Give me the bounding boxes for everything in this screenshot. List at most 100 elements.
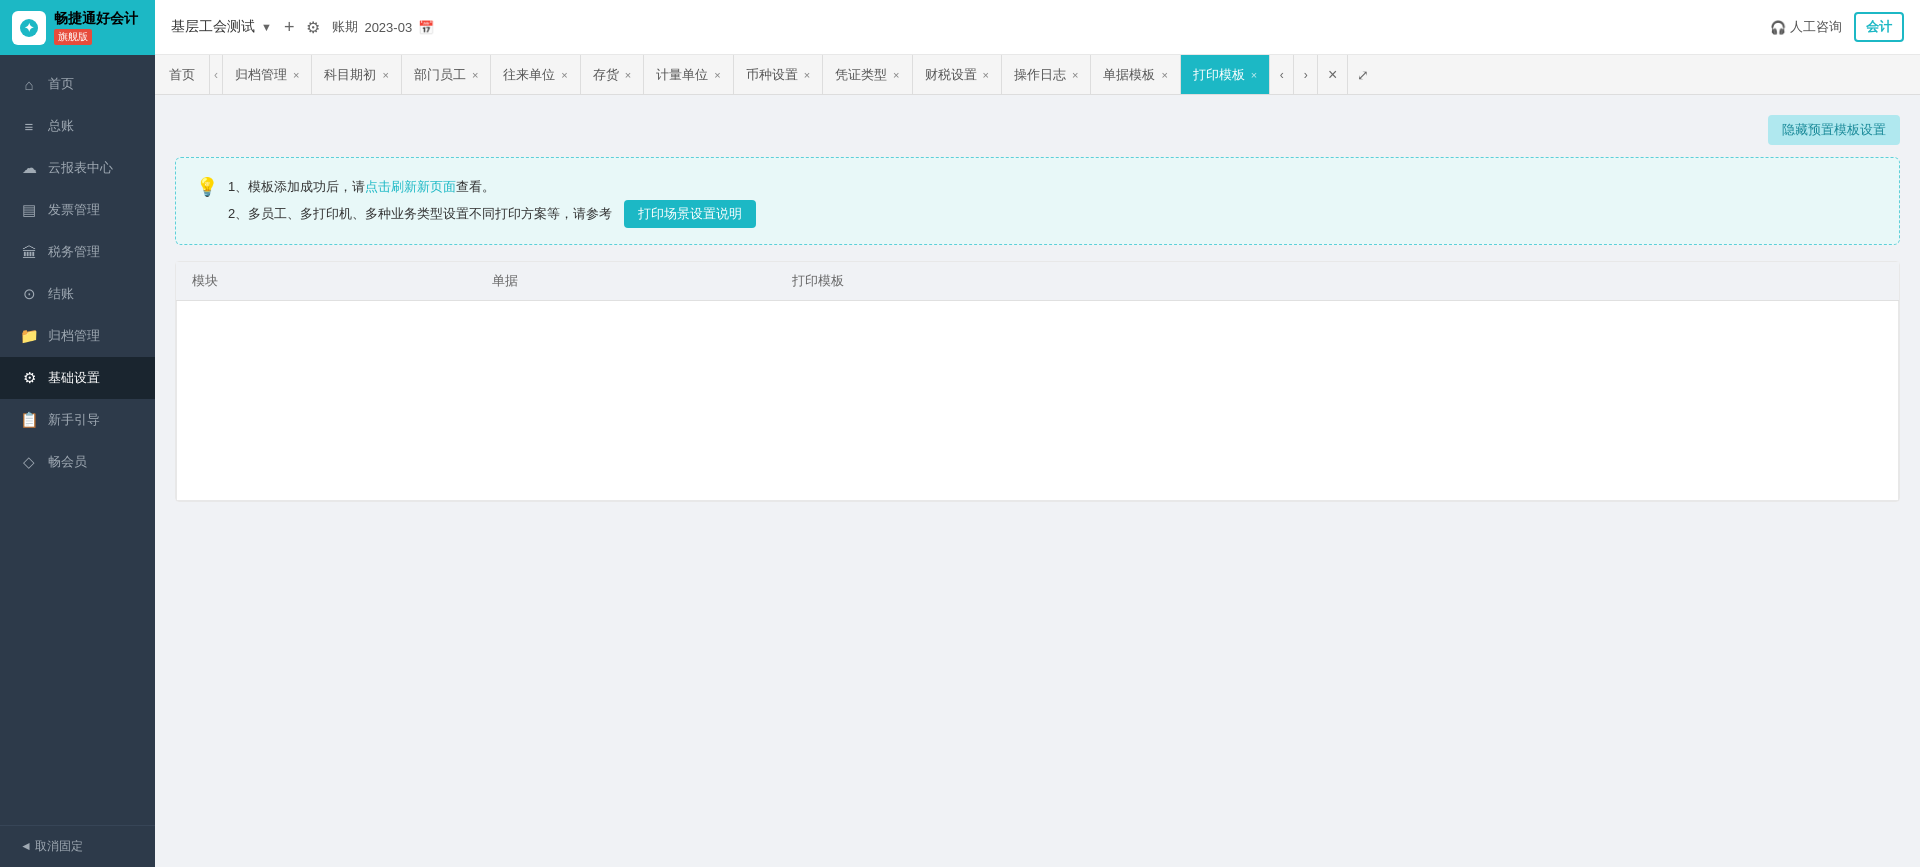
- sidebar-item-label: 结账: [48, 285, 74, 303]
- add-company-icon[interactable]: +: [284, 17, 295, 38]
- main-area: 基层工会测试 ▼ + ⚙ 账期 2023-03 📅 🎧 人工咨询 会计 首页 ‹…: [155, 0, 1920, 867]
- sidebar-item-guide[interactable]: 📋 新手引导: [0, 399, 155, 441]
- sidebar-item-label: 云报表中心: [48, 159, 113, 177]
- table-header: 模块 单据 打印模板: [176, 262, 1899, 301]
- sidebar-item-home[interactable]: ⌂ 首页: [0, 63, 155, 105]
- unpin-label: ◄ 取消固定: [20, 838, 83, 855]
- col-module-header: 模块: [192, 272, 492, 290]
- tab-voucher-close[interactable]: ×: [893, 69, 899, 81]
- logo-icon: ✦: [12, 11, 46, 45]
- tab-archive-close[interactable]: ×: [293, 69, 299, 81]
- tab-voucher-type[interactable]: 凭证类型 ×: [823, 55, 912, 95]
- sidebar-item-invoice[interactable]: ▤ 发票管理: [0, 189, 155, 231]
- company-name: 基层工会测试: [171, 18, 255, 36]
- settings-icon: ⚙: [20, 369, 38, 387]
- guide-icon: 📋: [20, 411, 38, 429]
- tab-doc-close[interactable]: ×: [1161, 69, 1167, 81]
- unpin-button[interactable]: ◄ 取消固定: [0, 825, 155, 867]
- tab-dept[interactable]: 部门员工 ×: [402, 55, 491, 95]
- col-template-header: 打印模板: [792, 272, 1883, 290]
- sidebar-item-archive[interactable]: 📁 归档管理: [0, 315, 155, 357]
- info-box: 💡 1、模板添加成功后，请点击刷新新页面查看。 2、多员工、多打印机、多种业务类…: [175, 157, 1900, 245]
- tab-currency[interactable]: 币种设置 ×: [734, 55, 823, 95]
- svg-text:✦: ✦: [24, 21, 34, 35]
- service-label: 人工咨询: [1790, 18, 1842, 36]
- tab-voucher-label: 凭证类型: [835, 66, 887, 84]
- sidebar-item-close[interactable]: ⊙ 结账: [0, 273, 155, 315]
- settings-gear-icon[interactable]: ⚙: [306, 18, 320, 37]
- sidebar-item-settings[interactable]: ⚙ 基础设置: [0, 357, 155, 399]
- tab-expand-icon[interactable]: ⤢: [1348, 55, 1378, 95]
- tab-unit-close[interactable]: ×: [714, 69, 720, 81]
- info-line1-suffix: 查看。: [456, 179, 495, 194]
- ledger-icon: ≡: [20, 118, 38, 135]
- tab-inventory[interactable]: 存货 ×: [581, 55, 644, 95]
- tab-print-close[interactable]: ×: [1251, 69, 1257, 81]
- home-icon: ⌂: [20, 76, 38, 93]
- sidebar-item-label: 首页: [48, 75, 74, 93]
- period-label: 账期: [332, 18, 358, 36]
- period-area: 账期 2023-03 📅: [332, 18, 434, 36]
- tab-currency-close[interactable]: ×: [804, 69, 810, 81]
- logo-text: 畅捷通好会计 旗舰版: [54, 10, 138, 45]
- sidebar-item-ledger[interactable]: ≡ 总账: [0, 105, 155, 147]
- tax-icon: 🏛: [20, 244, 38, 261]
- tab-subject[interactable]: 科目期初 ×: [312, 55, 401, 95]
- tab-customer[interactable]: 往来单位 ×: [491, 55, 580, 95]
- company-dropdown-icon[interactable]: ▼: [261, 21, 272, 33]
- hide-template-button[interactable]: 隐藏预置模板设置: [1768, 115, 1900, 145]
- tab-home[interactable]: 首页: [155, 55, 210, 95]
- tab-next-icon[interactable]: ›: [1294, 55, 1318, 95]
- tab-log-close[interactable]: ×: [1072, 69, 1078, 81]
- tab-doc-label: 单据模板: [1103, 66, 1155, 84]
- tab-print-template[interactable]: 打印模板 ×: [1181, 55, 1270, 95]
- sidebar-item-reports[interactable]: ☁ 云报表中心: [0, 147, 155, 189]
- tab-subject-close[interactable]: ×: [382, 69, 388, 81]
- tab-customer-close[interactable]: ×: [561, 69, 567, 81]
- headset-icon: 🎧: [1770, 20, 1786, 35]
- tab-tax-close[interactable]: ×: [983, 69, 989, 81]
- tab-doc-template[interactable]: 单据模板 ×: [1091, 55, 1180, 95]
- sidebar-item-tax[interactable]: 🏛 税务管理: [0, 231, 155, 273]
- logo-area: ✦ 畅捷通好会计 旗舰版: [0, 0, 155, 55]
- tab-dept-close[interactable]: ×: [472, 69, 478, 81]
- logo-badge: 旗舰版: [54, 29, 92, 45]
- calendar-icon[interactable]: 📅: [418, 20, 434, 35]
- tab-currency-label: 币种设置: [746, 66, 798, 84]
- sidebar-item-label: 基础设置: [48, 369, 100, 387]
- print-guide-button[interactable]: 打印场景设置说明: [624, 200, 756, 228]
- accountant-button[interactable]: 会计: [1854, 12, 1904, 42]
- tab-archive[interactable]: 归档管理 ×: [223, 55, 312, 95]
- action-bar: 隐藏预置模板设置: [175, 115, 1900, 145]
- sidebar-item-label: 畅会员: [48, 453, 87, 471]
- tabbar: 首页 ‹ 归档管理 × 科目期初 × 部门员工 × 往来单位 × 存货 × 计量…: [155, 55, 1920, 95]
- tab-home-label: 首页: [169, 66, 195, 84]
- company-selector[interactable]: 基层工会测试 ▼: [171, 18, 272, 36]
- info-line-2: 2、多员工、多打印机、多种业务类型设置不同打印方案等，请参考 打印场景设置说明: [228, 200, 1879, 228]
- tab-inventory-close[interactable]: ×: [625, 69, 631, 81]
- info-line-1: 1、模板添加成功后，请点击刷新新页面查看。: [228, 174, 1879, 200]
- refresh-link[interactable]: 点击刷新新页面: [365, 179, 456, 194]
- tab-prev-icon[interactable]: ‹: [1270, 55, 1294, 95]
- tab-tax-settings[interactable]: 财税设置 ×: [913, 55, 1002, 95]
- tab-log[interactable]: 操作日志 ×: [1002, 55, 1091, 95]
- invoice-icon: ▤: [20, 201, 38, 219]
- sidebar-item-member[interactable]: ◇ 畅会员: [0, 441, 155, 483]
- info-line1-prefix: 1、模板添加成功后，请: [228, 179, 365, 194]
- tab-inventory-label: 存货: [593, 66, 619, 84]
- tab-unit-label: 计量单位: [656, 66, 708, 84]
- tab-back-icon[interactable]: ‹: [210, 55, 223, 95]
- sidebar-item-label: 归档管理: [48, 327, 100, 345]
- col-doc-header: 单据: [492, 272, 792, 290]
- info-line2-prefix: 2、多员工、多打印机、多种业务类型设置不同打印方案等，请参考: [228, 206, 612, 221]
- tab-print-label: 打印模板: [1193, 66, 1245, 84]
- tab-subject-label: 科目期初: [324, 66, 376, 84]
- lightbulb-icon: 💡: [196, 176, 218, 228]
- sidebar-item-label: 发票管理: [48, 201, 100, 219]
- service-button[interactable]: 🎧 人工咨询: [1770, 18, 1842, 36]
- tab-unit[interactable]: 计量单位 ×: [644, 55, 733, 95]
- tab-archive-label: 归档管理: [235, 66, 287, 84]
- archive-icon: 📁: [20, 327, 38, 345]
- sidebar-item-label: 税务管理: [48, 243, 100, 261]
- tab-close-all-icon[interactable]: ×: [1318, 55, 1348, 95]
